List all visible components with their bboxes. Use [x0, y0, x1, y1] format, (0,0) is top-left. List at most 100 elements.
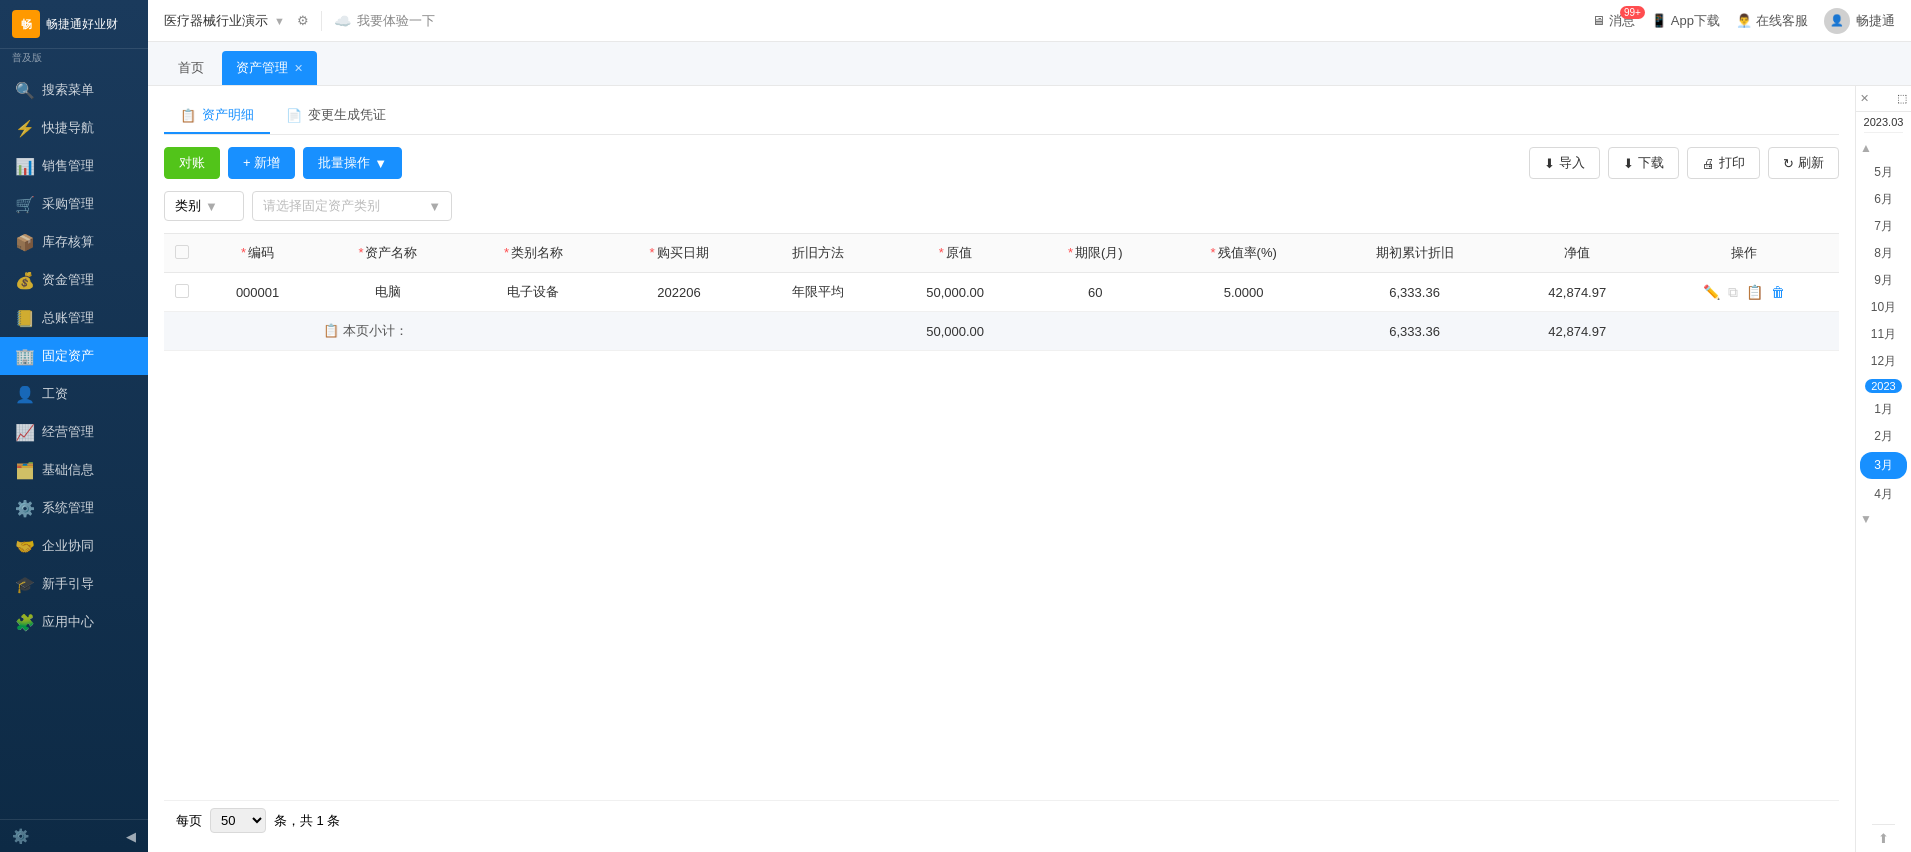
page-size-select[interactable]: 50 100 200 — [210, 808, 266, 833]
subtab-asset-detail-label: 资产明细 — [202, 106, 254, 124]
timeline-month-6[interactable]: 6月 — [1856, 186, 1911, 213]
cell-purchase-date: 202206 — [606, 273, 752, 312]
timeline-month-2[interactable]: 2月 — [1856, 423, 1911, 450]
sidebar-item-enterprise[interactable]: 🤝 企业协同 — [0, 527, 148, 565]
tab-close-icon[interactable]: ✕ — [294, 62, 303, 75]
message-item[interactable]: 🖥 消息 99+ — [1592, 12, 1635, 30]
payroll-icon: 👤 — [16, 385, 34, 403]
sidebar-bottom: ⚙️ ◀ — [0, 819, 148, 852]
edit-icon[interactable]: ✏️ — [1703, 284, 1720, 300]
table-row: 000001 电脑 电子设备 202206 年限平均 50,000.00 60 … — [164, 273, 1839, 312]
app-logo-icon: 畅 — [12, 10, 40, 38]
experience-button[interactable]: ☁️ 我要体验一下 — [334, 12, 435, 30]
sidebar-item-app-center[interactable]: 🧩 应用中心 — [0, 603, 148, 641]
download-label: 下载 — [1638, 154, 1664, 172]
sidebar-item-app-center-label: 应用中心 — [42, 613, 94, 631]
subtab-voucher-label: 变更生成凭证 — [308, 106, 386, 124]
duplicate-icon[interactable]: 📋 — [1746, 284, 1763, 300]
timeline-collapse-icon[interactable]: ⬆ — [1878, 831, 1889, 846]
sidebar-item-ledger[interactable]: 📒 总账管理 — [0, 299, 148, 337]
sales-icon: 📊 — [16, 157, 34, 175]
timeline-month-12[interactable]: 12月 — [1856, 348, 1911, 375]
subtab-voucher[interactable]: 📄 变更生成凭证 — [270, 98, 402, 134]
support-icon: 👨‍💼 — [1736, 13, 1752, 28]
sidebar-item-operations[interactable]: 📈 经营管理 — [0, 413, 148, 451]
batch-ops-button[interactable]: 批量操作 ▼ — [303, 147, 402, 179]
category-filter[interactable]: 类别 ▼ — [164, 191, 244, 221]
panel-close-icon[interactable]: ✕ — [1860, 92, 1869, 105]
timeline-month-4[interactable]: 4月 — [1856, 481, 1911, 508]
timeline-scroll-up-icon[interactable]: ▲ — [1856, 137, 1911, 159]
copy-icon[interactable]: ⧉ — [1728, 284, 1738, 301]
subtab-asset-detail[interactable]: 📋 资产明细 — [164, 98, 270, 134]
subtotal-empty2 — [752, 312, 884, 351]
filter-input-arrow-icon: ▼ — [428, 199, 441, 214]
sidebar-item-basic-info-label: 基础信息 — [42, 461, 94, 479]
topbar: 医疗器械行业演示 ▼ ⚙ ☁️ 我要体验一下 🖥 消息 99+ 📱 App下载 … — [148, 0, 1911, 42]
sidebar-item-fixed-assets[interactable]: 🏢 固定资产 — [0, 337, 148, 375]
company-selector[interactable]: 医疗器械行业演示 ▼ — [164, 12, 285, 30]
th-depreciation-method: 折旧方法 — [752, 234, 884, 273]
sidebar-item-quicknav[interactable]: ⚡ 快捷导航 — [0, 109, 148, 147]
category-filter-label: 类别 — [175, 197, 201, 215]
timeline-month-8[interactable]: 8月 — [1856, 240, 1911, 267]
online-support-label: 在线客服 — [1756, 12, 1808, 30]
cell-period-months: 60 — [1027, 273, 1164, 312]
timeline-month-10[interactable]: 10月 — [1856, 294, 1911, 321]
timeline-month-3[interactable]: 3月 — [1860, 452, 1907, 479]
tab-asset-management[interactable]: 资产管理 ✕ — [222, 51, 317, 85]
timeline-scroll-down-icon[interactable]: ▼ — [1856, 508, 1911, 530]
sidebar-item-inventory-label: 库存核算 — [42, 233, 94, 251]
row-checkbox[interactable] — [175, 284, 189, 298]
timeline-month-11[interactable]: 11月 — [1856, 321, 1911, 348]
select-all-header[interactable] — [164, 234, 200, 273]
new-button[interactable]: + 新增 — [228, 147, 295, 179]
timeline-month-5[interactable]: 5月 — [1856, 159, 1911, 186]
tab-home[interactable]: 首页 — [164, 51, 218, 85]
sidebar-item-newbie[interactable]: 🎓 新手引导 — [0, 565, 148, 603]
th-code: *编码 — [200, 234, 315, 273]
app-download-item[interactable]: 📱 App下载 — [1651, 12, 1720, 30]
import-button[interactable]: ⬇ 导入 — [1529, 147, 1600, 179]
sidebar-item-purchase[interactable]: 🛒 采购管理 — [0, 185, 148, 223]
sidebar-collapse-button[interactable]: ◀ — [126, 829, 136, 844]
th-category: *类别名称 — [461, 234, 607, 273]
sidebar-item-system[interactable]: ⚙️ 系统管理 — [0, 489, 148, 527]
print-button[interactable]: 🖨 打印 — [1687, 147, 1760, 179]
timeline-month-7[interactable]: 7月 — [1856, 213, 1911, 240]
user-item[interactable]: 👤 畅捷通 — [1824, 8, 1895, 34]
sidebar-item-basic-info[interactable]: 🗂️ 基础信息 — [0, 451, 148, 489]
refresh-button[interactable]: ↻ 刷新 — [1768, 147, 1839, 179]
subtotal-row: 📋本页小计： 50,000.00 6,333.36 42,874.97 — [164, 312, 1839, 351]
category-input[interactable]: 请选择固定资产类别 ▼ — [252, 191, 452, 221]
timeline-month-9[interactable]: 9月 — [1856, 267, 1911, 294]
asset-tab-label: 资产管理 — [236, 59, 288, 77]
subtotal-original-value: 50,000.00 — [884, 312, 1027, 351]
sidebar-item-sales[interactable]: 📊 销售管理 — [0, 147, 148, 185]
sidebar-item-sales-label: 销售管理 — [42, 157, 94, 175]
sidebar-item-search-label: 搜索菜单 — [42, 81, 94, 99]
sidebar-item-ledger-label: 总账管理 — [42, 309, 94, 327]
topbar-right: 🖥 消息 99+ 📱 App下载 👨‍💼 在线客服 👤 畅捷通 — [1592, 8, 1895, 34]
select-all-checkbox[interactable] — [175, 245, 189, 259]
timeline-month-1[interactable]: 1月 — [1856, 396, 1911, 423]
sidebar-item-search[interactable]: 🔍 搜索菜单 — [0, 71, 148, 109]
settings-icon[interactable]: ⚙️ — [12, 828, 29, 844]
sidebar-item-inventory[interactable]: 📦 库存核算 — [0, 223, 148, 261]
search-icon: 🔍 — [16, 81, 34, 99]
download-button[interactable]: ⬇ 下载 — [1608, 147, 1679, 179]
subtotal-net-value: 42,874.97 — [1506, 312, 1649, 351]
username-label: 畅捷通 — [1856, 12, 1895, 30]
panel-expand-icon[interactable]: ⬚ — [1897, 92, 1907, 105]
th-period-months: *期限(月) — [1027, 234, 1164, 273]
sidebar-item-funds[interactable]: 💰 资金管理 — [0, 261, 148, 299]
category-filter-arrow-icon: ▼ — [205, 199, 218, 214]
row-checkbox-cell[interactable] — [164, 273, 200, 312]
th-net-value: 净值 — [1506, 234, 1649, 273]
subtotal-empty4 — [1164, 312, 1324, 351]
online-support-item[interactable]: 👨‍💼 在线客服 — [1736, 12, 1808, 30]
settings-gear-icon[interactable]: ⚙ — [297, 13, 309, 28]
reconcile-button[interactable]: 对账 — [164, 147, 220, 179]
delete-icon[interactable]: 🗑 — [1771, 284, 1785, 300]
sidebar-item-payroll[interactable]: 👤 工资 — [0, 375, 148, 413]
